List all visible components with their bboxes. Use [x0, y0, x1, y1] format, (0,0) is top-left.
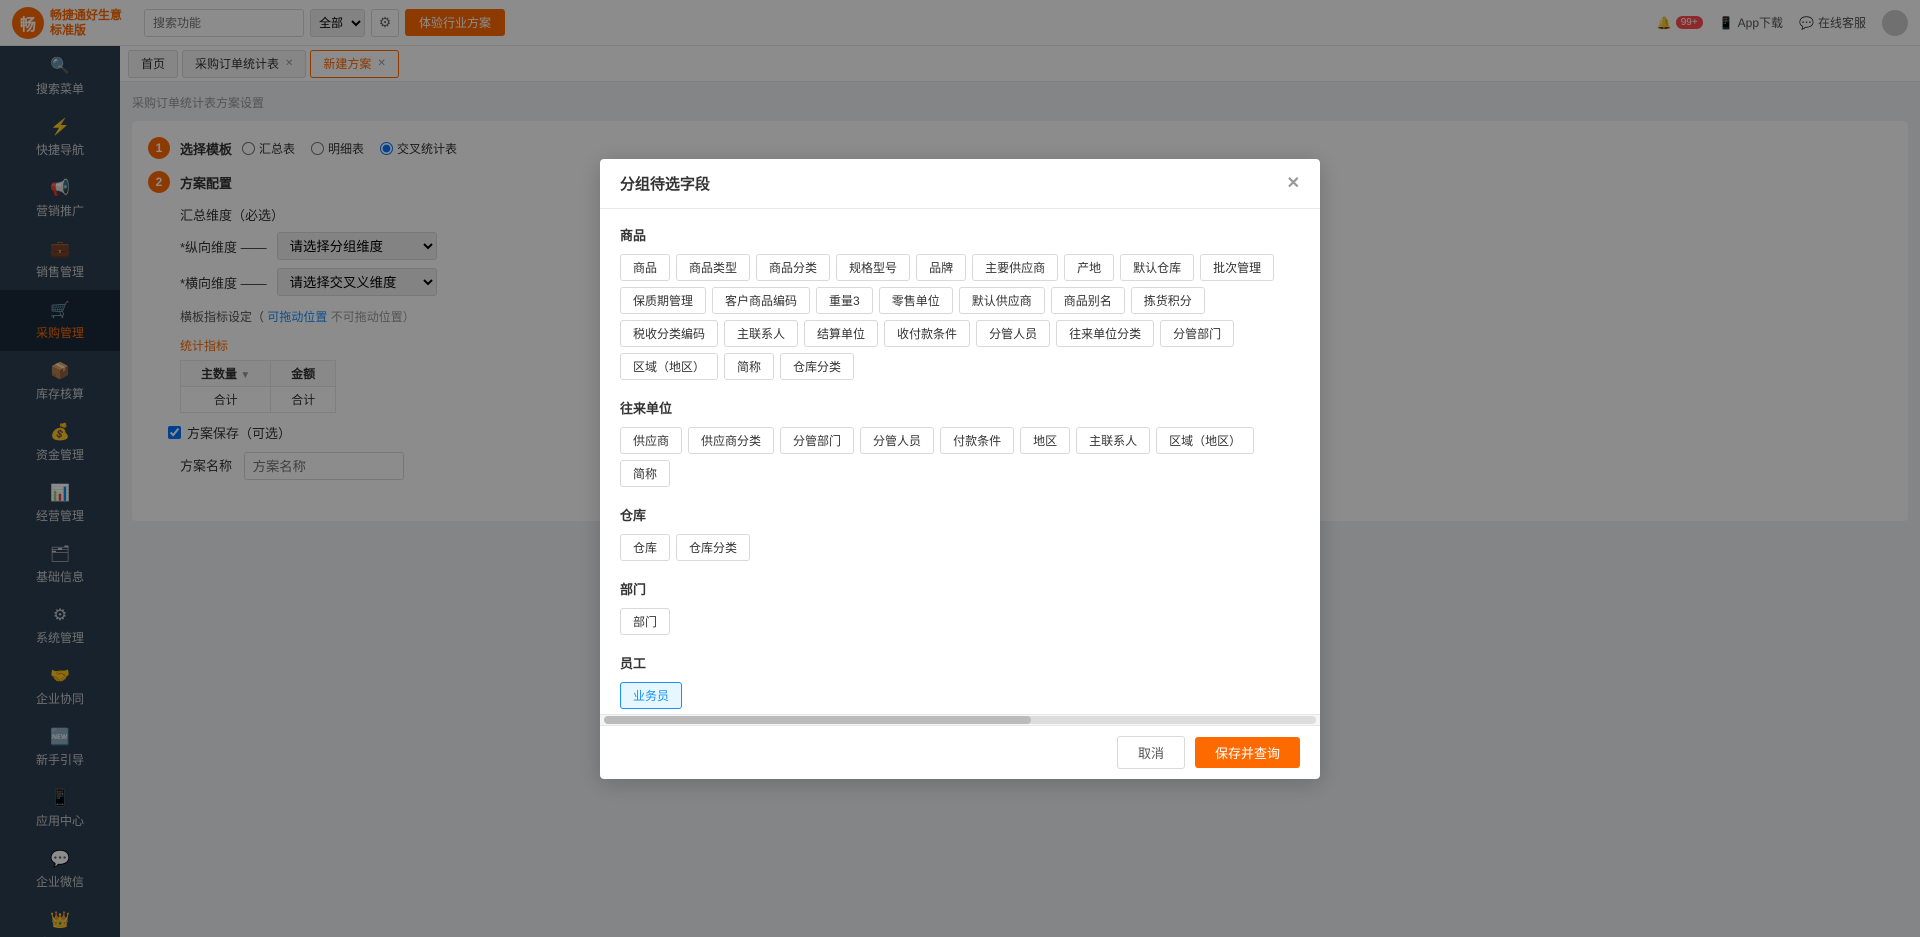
field-section-0: 商品商品商品类型商品分类规格型号品牌主要供应商产地默认仓库批次管理保质期管理客户…	[620, 225, 1300, 380]
field-tags-3: 部门	[620, 608, 1300, 635]
modal-body: 商品商品商品类型商品分类规格型号品牌主要供应商产地默认仓库批次管理保质期管理客户…	[600, 209, 1320, 714]
section-title-3: 部门	[620, 579, 1300, 598]
field-tag-0-7[interactable]: 默认仓库	[1120, 254, 1194, 281]
field-tag-4-0[interactable]: 业务员	[620, 682, 682, 709]
modal-footer: 取消 保存并查询	[600, 725, 1320, 779]
field-tags-1: 供应商供应商分类分管部门分管人员付款条件地区主联系人区域（地区） 简称	[620, 427, 1300, 487]
modal-scrollbar-track	[604, 716, 1316, 724]
field-section-2: 仓库仓库仓库分类	[620, 505, 1300, 561]
field-tag-0-14[interactable]: 商品别名	[1051, 287, 1125, 314]
field-tag-0-17[interactable]: 主联系人	[724, 320, 798, 347]
field-tag-0-18[interactable]: 结算单位	[804, 320, 878, 347]
field-tags-4: 业务员	[620, 682, 1300, 709]
field-tag-1-3[interactable]: 分管人员	[860, 427, 934, 454]
field-tag-1-7[interactable]: 区域（地区）	[1156, 427, 1254, 454]
field-tag-1-5[interactable]: 地区	[1020, 427, 1070, 454]
field-tag-0-9[interactable]: 保质期管理	[620, 287, 706, 314]
field-tag-2-0[interactable]: 仓库	[620, 534, 670, 561]
field-section-1: 往来单位供应商供应商分类分管部门分管人员付款条件地区主联系人区域（地区） 简称	[620, 398, 1300, 487]
field-tag-0-0[interactable]: 商品	[620, 254, 670, 281]
field-tag-0-4[interactable]: 品牌	[916, 254, 966, 281]
modal-title: 分组待选字段	[620, 173, 710, 194]
field-tag-0-11[interactable]: 重量3	[816, 287, 873, 314]
section-title-1: 往来单位	[620, 398, 1300, 417]
field-tag-2-1[interactable]: 仓库分类	[676, 534, 750, 561]
field-tag-0-8[interactable]: 批次管理	[1200, 254, 1274, 281]
field-tag-0-6[interactable]: 产地	[1064, 254, 1114, 281]
field-tag-3-0[interactable]: 部门	[620, 608, 670, 635]
modal-close-button[interactable]: ✕	[1287, 173, 1300, 193]
modal-scrollbar-bottom	[600, 714, 1320, 725]
field-tag-0-20[interactable]: 分管人员	[976, 320, 1050, 347]
field-tags-0: 商品商品类型商品分类规格型号品牌主要供应商产地默认仓库批次管理保质期管理客户商品…	[620, 254, 1300, 380]
field-tags-2: 仓库仓库分类	[620, 534, 1300, 561]
modal-overlay: 分组待选字段 ✕ 商品商品商品类型商品分类规格型号品牌主要供应商产地默认仓库批次…	[0, 0, 1920, 937]
field-tag-0-24[interactable]: 简称	[724, 353, 774, 380]
field-tag-0-16[interactable]: 税收分类编码	[620, 320, 718, 347]
field-tag-0-25[interactable]: 仓库分类	[780, 353, 854, 380]
section-title-0: 商品	[620, 225, 1300, 244]
field-tag-0-1[interactable]: 商品类型	[676, 254, 750, 281]
field-tag-0-15[interactable]: 拣货积分	[1131, 287, 1205, 314]
field-tag-0-19[interactable]: 收付款条件	[884, 320, 970, 347]
field-tag-0-5[interactable]: 主要供应商	[972, 254, 1058, 281]
field-tag-1-8[interactable]: 简称	[620, 460, 670, 487]
field-tag-1-1[interactable]: 供应商分类	[688, 427, 774, 454]
section-title-2: 仓库	[620, 505, 1300, 524]
field-tag-0-3[interactable]: 规格型号	[836, 254, 910, 281]
save-query-button[interactable]: 保存并查询	[1195, 737, 1300, 768]
field-tag-1-6[interactable]: 主联系人	[1076, 427, 1150, 454]
modal: 分组待选字段 ✕ 商品商品商品类型商品分类规格型号品牌主要供应商产地默认仓库批次…	[600, 159, 1320, 779]
field-tag-1-4[interactable]: 付款条件	[940, 427, 1014, 454]
field-tag-0-23[interactable]: 区域（地区）	[620, 353, 718, 380]
section-title-4: 员工	[620, 653, 1300, 672]
field-tag-1-2[interactable]: 分管部门	[780, 427, 854, 454]
field-tag-1-0[interactable]: 供应商	[620, 427, 682, 454]
cancel-button[interactable]: 取消	[1117, 736, 1185, 769]
modal-header: 分组待选字段 ✕	[600, 159, 1320, 209]
field-tag-0-12[interactable]: 零售单位	[879, 287, 953, 314]
field-section-4: 员工业务员	[620, 653, 1300, 709]
modal-scrollbar-thumb	[604, 716, 1031, 724]
field-section-3: 部门部门	[620, 579, 1300, 635]
field-tag-0-2[interactable]: 商品分类	[756, 254, 830, 281]
field-tag-0-22[interactable]: 分管部门	[1160, 320, 1234, 347]
field-tag-0-13[interactable]: 默认供应商	[959, 287, 1045, 314]
field-tag-0-10[interactable]: 客户商品编码	[712, 287, 810, 314]
field-tag-0-21[interactable]: 往来单位分类	[1056, 320, 1154, 347]
